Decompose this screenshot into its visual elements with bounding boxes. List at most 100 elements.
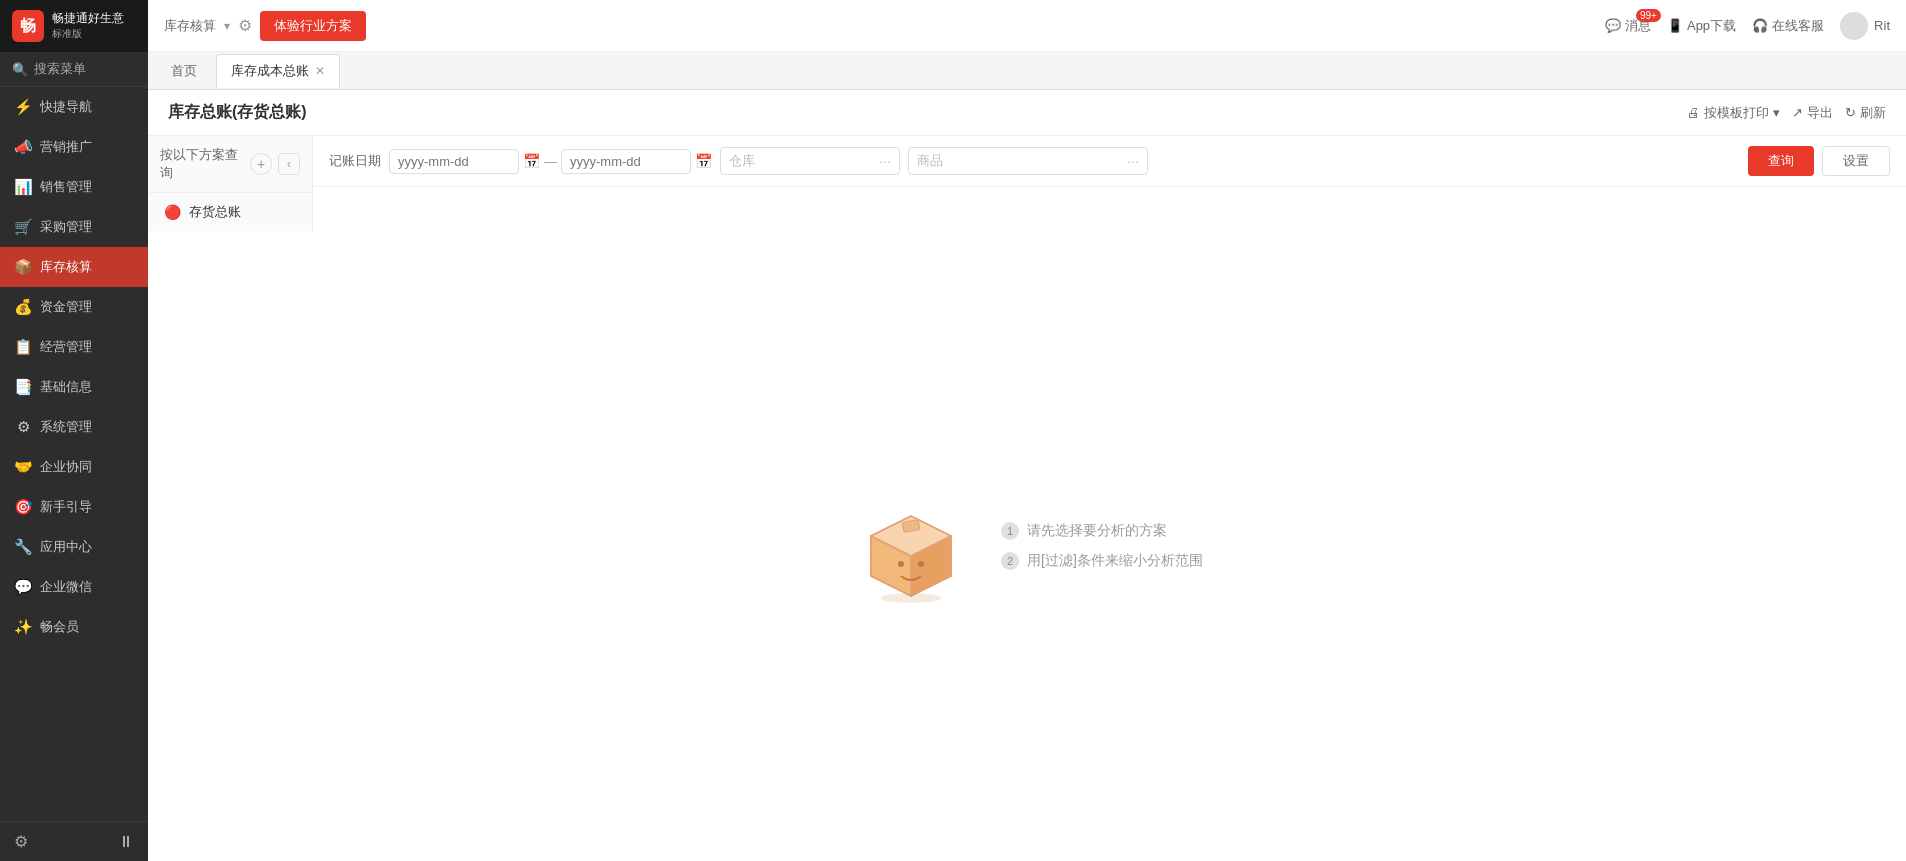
vip-icon: ✨ [14,618,32,636]
breadcrumb-text: 库存核算 [164,17,216,35]
sidebar-item-label-quick-nav: 快捷导航 [40,98,92,116]
calendar-start-icon[interactable]: 📅 [523,153,540,169]
quick-nav-icon: ⚡ [14,98,32,116]
print-template-btn[interactable]: 🖨 按模板打印 ▾ [1687,104,1780,122]
operation-icon: 📋 [14,338,32,356]
settings-icon[interactable]: ⚙ [14,832,28,851]
warehouse-label: 仓库 [729,152,755,170]
online-service-label: 在线客服 [1772,17,1824,35]
inventory-icon: 📦 [14,258,32,276]
sidebar-item-label-coop: 企业协同 [40,458,92,476]
filter-main: 记账日期 📅 — 📅 仓库 ··· [313,136,1906,187]
sidebar-item-label-purchase: 采购管理 [40,218,92,236]
sidebar-item-vip[interactable]: ✨ 畅会员 [0,607,148,647]
sidebar-item-basic[interactable]: 📑 基础信息 [0,367,148,407]
online-service-btn[interactable]: 🎧 在线客服 [1752,17,1824,35]
chevron-down-icon[interactable]: ▾ [224,19,230,33]
content-area: 库存总账(存货总账) 🖨 按模板打印 ▾ ↗ 导出 ↻ 刷新 [148,90,1906,861]
sidebar-item-newbie[interactable]: 🎯 新手引导 [0,487,148,527]
newbie-icon: 🎯 [14,498,32,516]
page-header: 库存总账(存货总账) 🖨 按模板打印 ▾ ↗ 导出 ↻ 刷新 [148,90,1906,136]
scheme-goods-icon: 🔴 [164,204,181,220]
sidebar: 畅 畅捷通好生意 标准版 🔍 搜索菜单 ⚡ 快捷导航 📣 营销推广 📊 销售管理… [0,0,148,861]
sidebar-item-coop[interactable]: 🤝 企业协同 [0,447,148,487]
user-profile[interactable]: Rit [1840,12,1890,40]
scheme-item-goods-ledger[interactable]: 🔴 存货总账 [148,193,312,231]
query-btn[interactable]: 查询 [1748,146,1814,176]
marketing-icon: 📣 [14,138,32,156]
main-area: 库存核算 ▾ ⚙ 体验行业方案 💬 消息 99+ 📱 App下载 🎧 在线客服 [148,0,1906,861]
empty-tips: 1 请先选择要分析的方案 2 用[过滤]条件来缩小分析范围 [1001,522,1203,570]
industry-btn[interactable]: 体验行业方案 [260,11,366,41]
print-icon: 🖨 [1687,105,1700,120]
search-label: 搜索菜单 [34,60,86,78]
empty-illustration [851,486,971,606]
sidebar-item-sales[interactable]: 📊 销售管理 [0,167,148,207]
sidebar-item-finance[interactable]: 💰 资金管理 [0,287,148,327]
purchase-icon: 🛒 [14,218,32,236]
message-badge: 99+ [1636,9,1661,22]
tab-home-label: 首页 [171,62,197,80]
sidebar-item-label-newbie: 新手引导 [40,498,92,516]
basic-icon: 📑 [14,378,32,396]
svg-point-6 [918,561,924,567]
sidebar-item-label-inventory: 库存核算 [40,258,92,276]
tab-home[interactable]: 首页 [156,54,212,88]
tip-number-1: 1 [1001,522,1019,540]
goods-select[interactable]: 商品 ··· [908,147,1148,175]
headset-icon: 🎧 [1752,18,1768,33]
scheme-collapse-btn[interactable]: ‹ [278,153,300,175]
logo-title: 畅捷通好生意 [52,11,124,27]
audio-icon[interactable]: ⏸ [118,833,134,851]
print-chevron-icon: ▾ [1773,105,1780,120]
phone-icon: 📱 [1667,18,1683,33]
export-btn[interactable]: ↗ 导出 [1792,104,1833,122]
goods-more-icon: ··· [1127,153,1139,169]
date-range-group: 📅 — 📅 [389,149,712,174]
filter-scheme-label: 按以下方案查询 [160,146,250,182]
sidebar-item-operation[interactable]: 📋 经营管理 [0,327,148,367]
settings-btn[interactable]: 设置 [1822,146,1890,176]
sidebar-item-inventory[interactable]: 📦 库存核算 [0,247,148,287]
message-btn[interactable]: 💬 消息 99+ [1605,17,1651,35]
calendar-end-icon[interactable]: 📅 [695,153,712,169]
scheme-add-btn[interactable]: + [250,153,272,175]
finance-icon: 💰 [14,298,32,316]
sidebar-item-appstore[interactable]: 🔧 应用中心 [0,527,148,567]
empty-tip-1: 1 请先选择要分析的方案 [1001,522,1203,540]
user-name: Rit [1874,18,1890,33]
logo-badge: 标准版 [52,27,124,41]
date-end-input[interactable] [561,149,691,174]
sidebar-item-wechat[interactable]: 💬 企业微信 [0,567,148,607]
sidebar-item-purchase[interactable]: 🛒 采购管理 [0,207,148,247]
tab-inventory-label: 库存成本总账 [231,62,309,80]
date-start-input[interactable] [389,149,519,174]
sidebar-item-label-basic: 基础信息 [40,378,92,396]
tab-close-icon[interactable]: ✕ [315,65,325,77]
topbar-left: 库存核算 ▾ ⚙ 体验行业方案 [164,11,1597,41]
refresh-btn[interactable]: ↻ 刷新 [1845,104,1886,122]
sales-icon: 📊 [14,178,32,196]
sidebar-item-quick-nav[interactable]: ⚡ 快捷导航 [0,87,148,127]
gear-icon[interactable]: ⚙ [238,16,252,35]
sidebar-item-label-sales: 销售管理 [40,178,92,196]
svg-point-8 [881,593,941,603]
app-download-btn[interactable]: 📱 App下载 [1667,17,1736,35]
warehouse-more-icon: ··· [879,153,891,169]
warehouse-select[interactable]: 仓库 ··· [720,147,900,175]
app-logo: 畅 畅捷通好生意 标准版 [0,0,148,52]
sidebar-item-system[interactable]: ⚙ 系统管理 [0,407,148,447]
tab-bar: 首页 库存成本总账 ✕ [148,52,1906,90]
logo-text-group: 畅捷通好生意 标准版 [52,11,124,41]
app-download-label: App下载 [1687,17,1736,35]
wechat-icon: 💬 [14,578,32,596]
tab-inventory-ledger[interactable]: 库存成本总账 ✕ [216,54,340,88]
sidebar-item-marketing[interactable]: 📣 营销推广 [0,127,148,167]
svg-rect-7 [902,520,919,533]
tip-number-2: 2 [1001,552,1019,570]
export-icon: ↗ [1792,105,1803,120]
export-label: 导出 [1807,104,1833,122]
coop-icon: 🤝 [14,458,32,476]
goods-label: 商品 [917,152,943,170]
sidebar-search[interactable]: 🔍 搜索菜单 [0,52,148,87]
